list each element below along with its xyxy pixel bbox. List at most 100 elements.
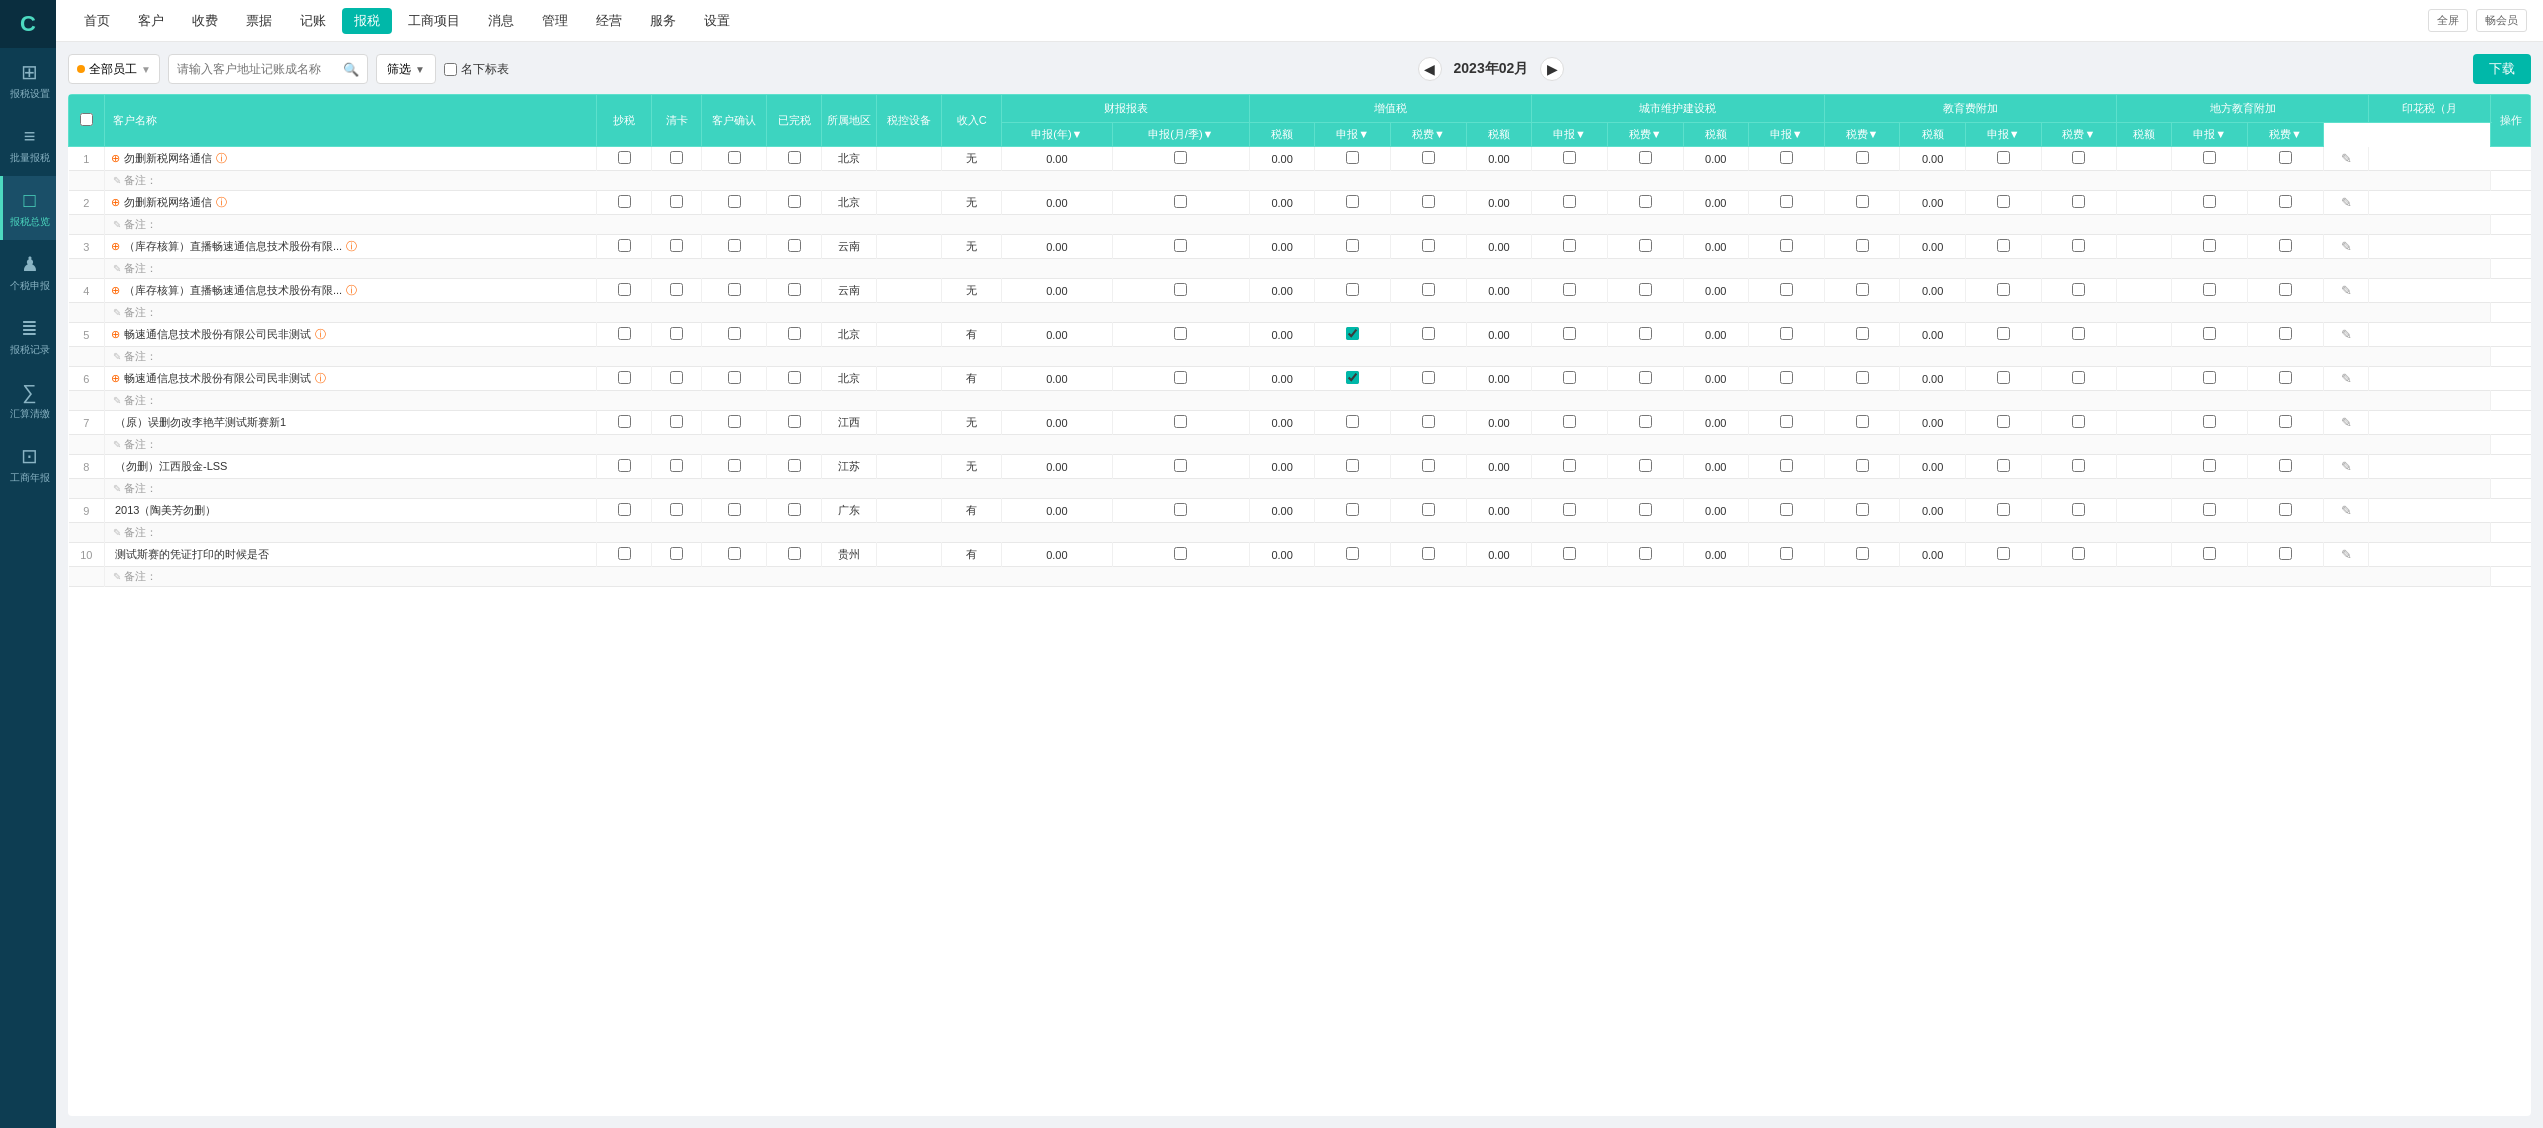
nav-biz[interactable]: 工商项目 <box>396 8 472 34</box>
city-declare-checkbox[interactable] <box>1563 151 1576 164</box>
stamp-declare-checkbox[interactable] <box>2203 371 2216 384</box>
clear-checkbox[interactable] <box>670 239 683 252</box>
info-icon[interactable]: ⓘ <box>346 283 357 298</box>
local-edu-declare-checkbox[interactable] <box>1997 459 2010 472</box>
city-fee-checkbox[interactable] <box>1639 459 1652 472</box>
local-edu-declare-checkbox[interactable] <box>1997 283 2010 296</box>
clear-checkbox[interactable] <box>670 415 683 428</box>
local-edu-fee-checkbox[interactable] <box>2072 283 2085 296</box>
edit-icon[interactable]: ✎ <box>2341 503 2352 518</box>
col-edu-fee[interactable]: 税费▼ <box>1824 123 1900 147</box>
vat-fee-checkbox[interactable] <box>1422 327 1435 340</box>
col-local-edu-fee[interactable]: 税费▼ <box>2041 123 2117 147</box>
stamp-declare-checkbox[interactable] <box>2203 327 2216 340</box>
paid-checkbox[interactable] <box>788 195 801 208</box>
paid-checkbox[interactable] <box>788 371 801 384</box>
sidebar-item-batch-tax[interactable]: ≡ 批量报税 <box>0 112 56 176</box>
city-fee-checkbox[interactable] <box>1639 503 1652 516</box>
edu-fee-checkbox[interactable] <box>1856 239 1869 252</box>
local-edu-fee-checkbox[interactable] <box>2072 371 2085 384</box>
nav-billing[interactable]: 收费 <box>180 8 230 34</box>
city-fee-checkbox[interactable] <box>1639 283 1652 296</box>
vat-declare-checkbox[interactable] <box>1346 459 1359 472</box>
stamp-declare-checkbox[interactable] <box>2203 151 2216 164</box>
local-edu-declare-checkbox[interactable] <box>1997 371 2010 384</box>
city-declare-checkbox[interactable] <box>1563 283 1576 296</box>
vat-fee-checkbox[interactable] <box>1422 459 1435 472</box>
nav-home[interactable]: 首页 <box>72 8 122 34</box>
local-edu-fee-checkbox[interactable] <box>2072 151 2085 164</box>
tax-copy-checkbox[interactable] <box>618 327 631 340</box>
quarterly-checkbox[interactable] <box>1174 195 1187 208</box>
tax-copy-checkbox[interactable] <box>618 283 631 296</box>
stamp-declare-checkbox[interactable] <box>2203 195 2216 208</box>
info-icon[interactable]: ⓘ <box>216 151 227 166</box>
confirm-checkbox[interactable] <box>728 327 741 340</box>
edit-icon[interactable]: ✎ <box>2341 459 2352 474</box>
info-icon[interactable]: ⓘ <box>346 239 357 254</box>
confirm-checkbox[interactable] <box>728 459 741 472</box>
edu-fee-checkbox[interactable] <box>1856 283 1869 296</box>
edu-declare-checkbox[interactable] <box>1780 239 1793 252</box>
edu-fee-checkbox[interactable] <box>1856 459 1869 472</box>
stamp-fee-checkbox[interactable] <box>2279 503 2292 516</box>
vat-fee-checkbox[interactable] <box>1422 195 1435 208</box>
city-fee-checkbox[interactable] <box>1639 327 1652 340</box>
local-edu-declare-checkbox[interactable] <box>1997 195 2010 208</box>
vat-fee-checkbox[interactable] <box>1422 283 1435 296</box>
local-edu-declare-checkbox[interactable] <box>1997 547 2010 560</box>
edu-declare-checkbox[interactable] <box>1780 151 1793 164</box>
tax-copy-checkbox[interactable] <box>618 239 631 252</box>
local-edu-declare-checkbox[interactable] <box>1997 415 2010 428</box>
edu-declare-checkbox[interactable] <box>1780 327 1793 340</box>
edit-icon[interactable]: ✎ <box>2341 415 2352 430</box>
local-edu-declare-checkbox[interactable] <box>1997 151 2010 164</box>
edu-declare-checkbox[interactable] <box>1780 547 1793 560</box>
stamp-fee-checkbox[interactable] <box>2279 327 2292 340</box>
tax-copy-checkbox[interactable] <box>618 459 631 472</box>
quarterly-checkbox[interactable] <box>1174 503 1187 516</box>
paid-checkbox[interactable] <box>788 547 801 560</box>
tax-copy-checkbox[interactable] <box>618 415 631 428</box>
info-icon[interactable]: ⓘ <box>315 327 326 342</box>
city-fee-checkbox[interactable] <box>1639 371 1652 384</box>
edu-fee-checkbox[interactable] <box>1856 415 1869 428</box>
edu-fee-checkbox[interactable] <box>1856 371 1869 384</box>
member-button[interactable]: 畅会员 <box>2476 9 2527 32</box>
name-table-checkbox[interactable] <box>444 63 457 76</box>
city-fee-checkbox[interactable] <box>1639 239 1652 252</box>
local-edu-fee-checkbox[interactable] <box>2072 195 2085 208</box>
city-declare-checkbox[interactable] <box>1563 371 1576 384</box>
search-box[interactable]: 🔍 <box>168 54 368 84</box>
nav-service[interactable]: 服务 <box>638 8 688 34</box>
fullscreen-button[interactable]: 全屏 <box>2428 9 2468 32</box>
stamp-declare-checkbox[interactable] <box>2203 547 2216 560</box>
quarterly-checkbox[interactable] <box>1174 415 1187 428</box>
vat-declare-checkbox[interactable] <box>1346 415 1359 428</box>
city-fee-checkbox[interactable] <box>1639 195 1652 208</box>
stamp-fee-checkbox[interactable] <box>2279 239 2292 252</box>
local-edu-fee-checkbox[interactable] <box>2072 459 2085 472</box>
local-edu-declare-checkbox[interactable] <box>1997 503 2010 516</box>
vat-declare-checkbox[interactable] <box>1346 547 1359 560</box>
clear-checkbox[interactable] <box>670 195 683 208</box>
confirm-checkbox[interactable] <box>728 547 741 560</box>
edu-declare-checkbox[interactable] <box>1780 195 1793 208</box>
city-declare-checkbox[interactable] <box>1563 415 1576 428</box>
nav-message[interactable]: 消息 <box>476 8 526 34</box>
city-declare-checkbox[interactable] <box>1563 239 1576 252</box>
nav-manage[interactable]: 管理 <box>530 8 580 34</box>
sidebar-item-tax-settings[interactable]: ⊞ 报税设置 <box>0 48 56 112</box>
tax-copy-checkbox[interactable] <box>618 151 631 164</box>
clear-checkbox[interactable] <box>670 547 683 560</box>
confirm-checkbox[interactable] <box>728 371 741 384</box>
filter-button[interactable]: 筛选 ▼ <box>376 54 436 84</box>
quarterly-checkbox[interactable] <box>1174 459 1187 472</box>
confirm-checkbox[interactable] <box>728 195 741 208</box>
sidebar-item-annual-settlement[interactable]: ∑ 汇算清缴 <box>0 368 56 432</box>
paid-checkbox[interactable] <box>788 239 801 252</box>
col-quarterly-header[interactable]: 申报(月/季)▼ <box>1112 123 1249 147</box>
city-declare-checkbox[interactable] <box>1563 327 1576 340</box>
quarterly-checkbox[interactable] <box>1174 327 1187 340</box>
edu-declare-checkbox[interactable] <box>1780 283 1793 296</box>
